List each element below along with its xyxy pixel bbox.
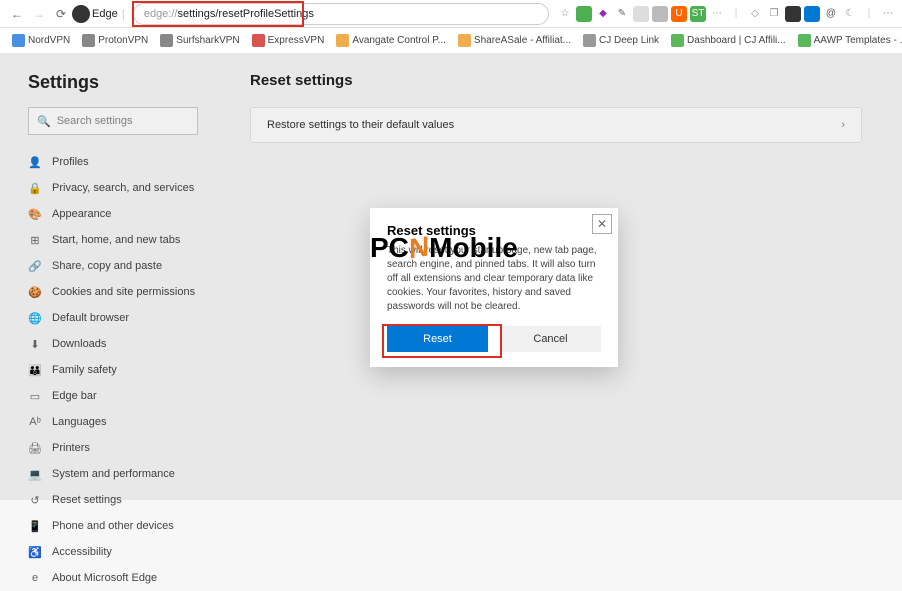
ext-icon[interactable]: ☾ (842, 6, 858, 22)
cancel-button[interactable]: Cancel (500, 326, 601, 352)
ext-icon[interactable] (576, 6, 592, 22)
bookmarks-bar: NordVPNProtonVPNSurfsharkVPN ExpressVPNAv… (0, 28, 902, 54)
ext-icon[interactable] (652, 6, 668, 22)
favicon-icon (82, 34, 95, 47)
close-button[interactable]: ✕ (592, 214, 612, 234)
ext-icon[interactable]: ◇ (747, 6, 763, 22)
favicon-icon (458, 34, 471, 47)
sidebar-item[interactable]: eAbout Microsoft Edge (28, 565, 198, 591)
refresh-button[interactable]: ⟳ (50, 3, 72, 25)
ext-icon[interactable]: ✎ (614, 6, 630, 22)
favicon-icon (798, 34, 811, 47)
forward-button[interactable]: → (28, 3, 50, 25)
dialog-body: This will reset your startup page, new t… (387, 244, 601, 314)
bookmark-item[interactable]: CJ Deep Link (579, 32, 663, 49)
nav-icon: ♿ (28, 545, 42, 559)
reset-button[interactable]: Reset (387, 326, 488, 352)
nav-icon: e (28, 571, 42, 585)
bookmark-item[interactable]: ProtonVPN (78, 32, 152, 49)
ext-icon[interactable] (633, 6, 649, 22)
bookmark-item[interactable]: AAWP Templates - ... (794, 32, 902, 49)
favicon-icon (583, 34, 596, 47)
ext-icon[interactable]: ◆ (595, 6, 611, 22)
dialog-title: Reset settings (387, 223, 601, 238)
edge-label: Edge (92, 8, 118, 20)
nav-icon: 📱 (28, 519, 42, 533)
favicon-icon (252, 34, 265, 47)
sidebar-item[interactable]: 📱Phone and other devices (28, 513, 198, 539)
bookmark-item[interactable]: Avangate Control P... (332, 32, 450, 49)
bookmark-item[interactable]: Dashboard | CJ Affili... (667, 32, 790, 49)
ext-icon[interactable]: ❐ (766, 6, 782, 22)
bookmark-item[interactable]: SurfsharkVPN (156, 32, 243, 49)
ext-icon[interactable] (804, 6, 820, 22)
ext-icon[interactable]: ⋯ (709, 6, 725, 22)
ext-icon[interactable]: @ (823, 6, 839, 22)
extension-icons: ☆ ◆ ✎ U ST ⋯ | ◇ ❐ @ ☾ | ⋯ (557, 6, 896, 22)
reset-dialog: ✕ Reset settings This will reset your st… (370, 208, 618, 367)
ext-icon[interactable] (785, 6, 801, 22)
favicon-icon (671, 34, 684, 47)
star-icon[interactable]: ☆ (557, 6, 573, 22)
favicon-icon (12, 34, 25, 47)
ext-icon[interactable]: U (671, 6, 687, 22)
bookmark-item[interactable]: NordVPN (8, 32, 74, 49)
favicon-icon (336, 34, 349, 47)
bookmark-item[interactable]: ShareASale - Affiliat... (454, 32, 575, 49)
favicon-icon (160, 34, 173, 47)
menu-icon[interactable]: ⋯ (880, 6, 896, 22)
address-bar[interactable]: edge://settings/resetProfileSettings (133, 3, 549, 25)
browser-toolbar: ← → ⟳ Edge | edge://settings/resetProfil… (0, 0, 902, 28)
bookmark-item[interactable]: ExpressVPN (248, 32, 329, 49)
edge-icon (72, 5, 90, 23)
ext-icon[interactable]: ST (690, 6, 706, 22)
sidebar-item[interactable]: ♿Accessibility (28, 539, 198, 565)
back-button[interactable]: ← (6, 3, 28, 25)
